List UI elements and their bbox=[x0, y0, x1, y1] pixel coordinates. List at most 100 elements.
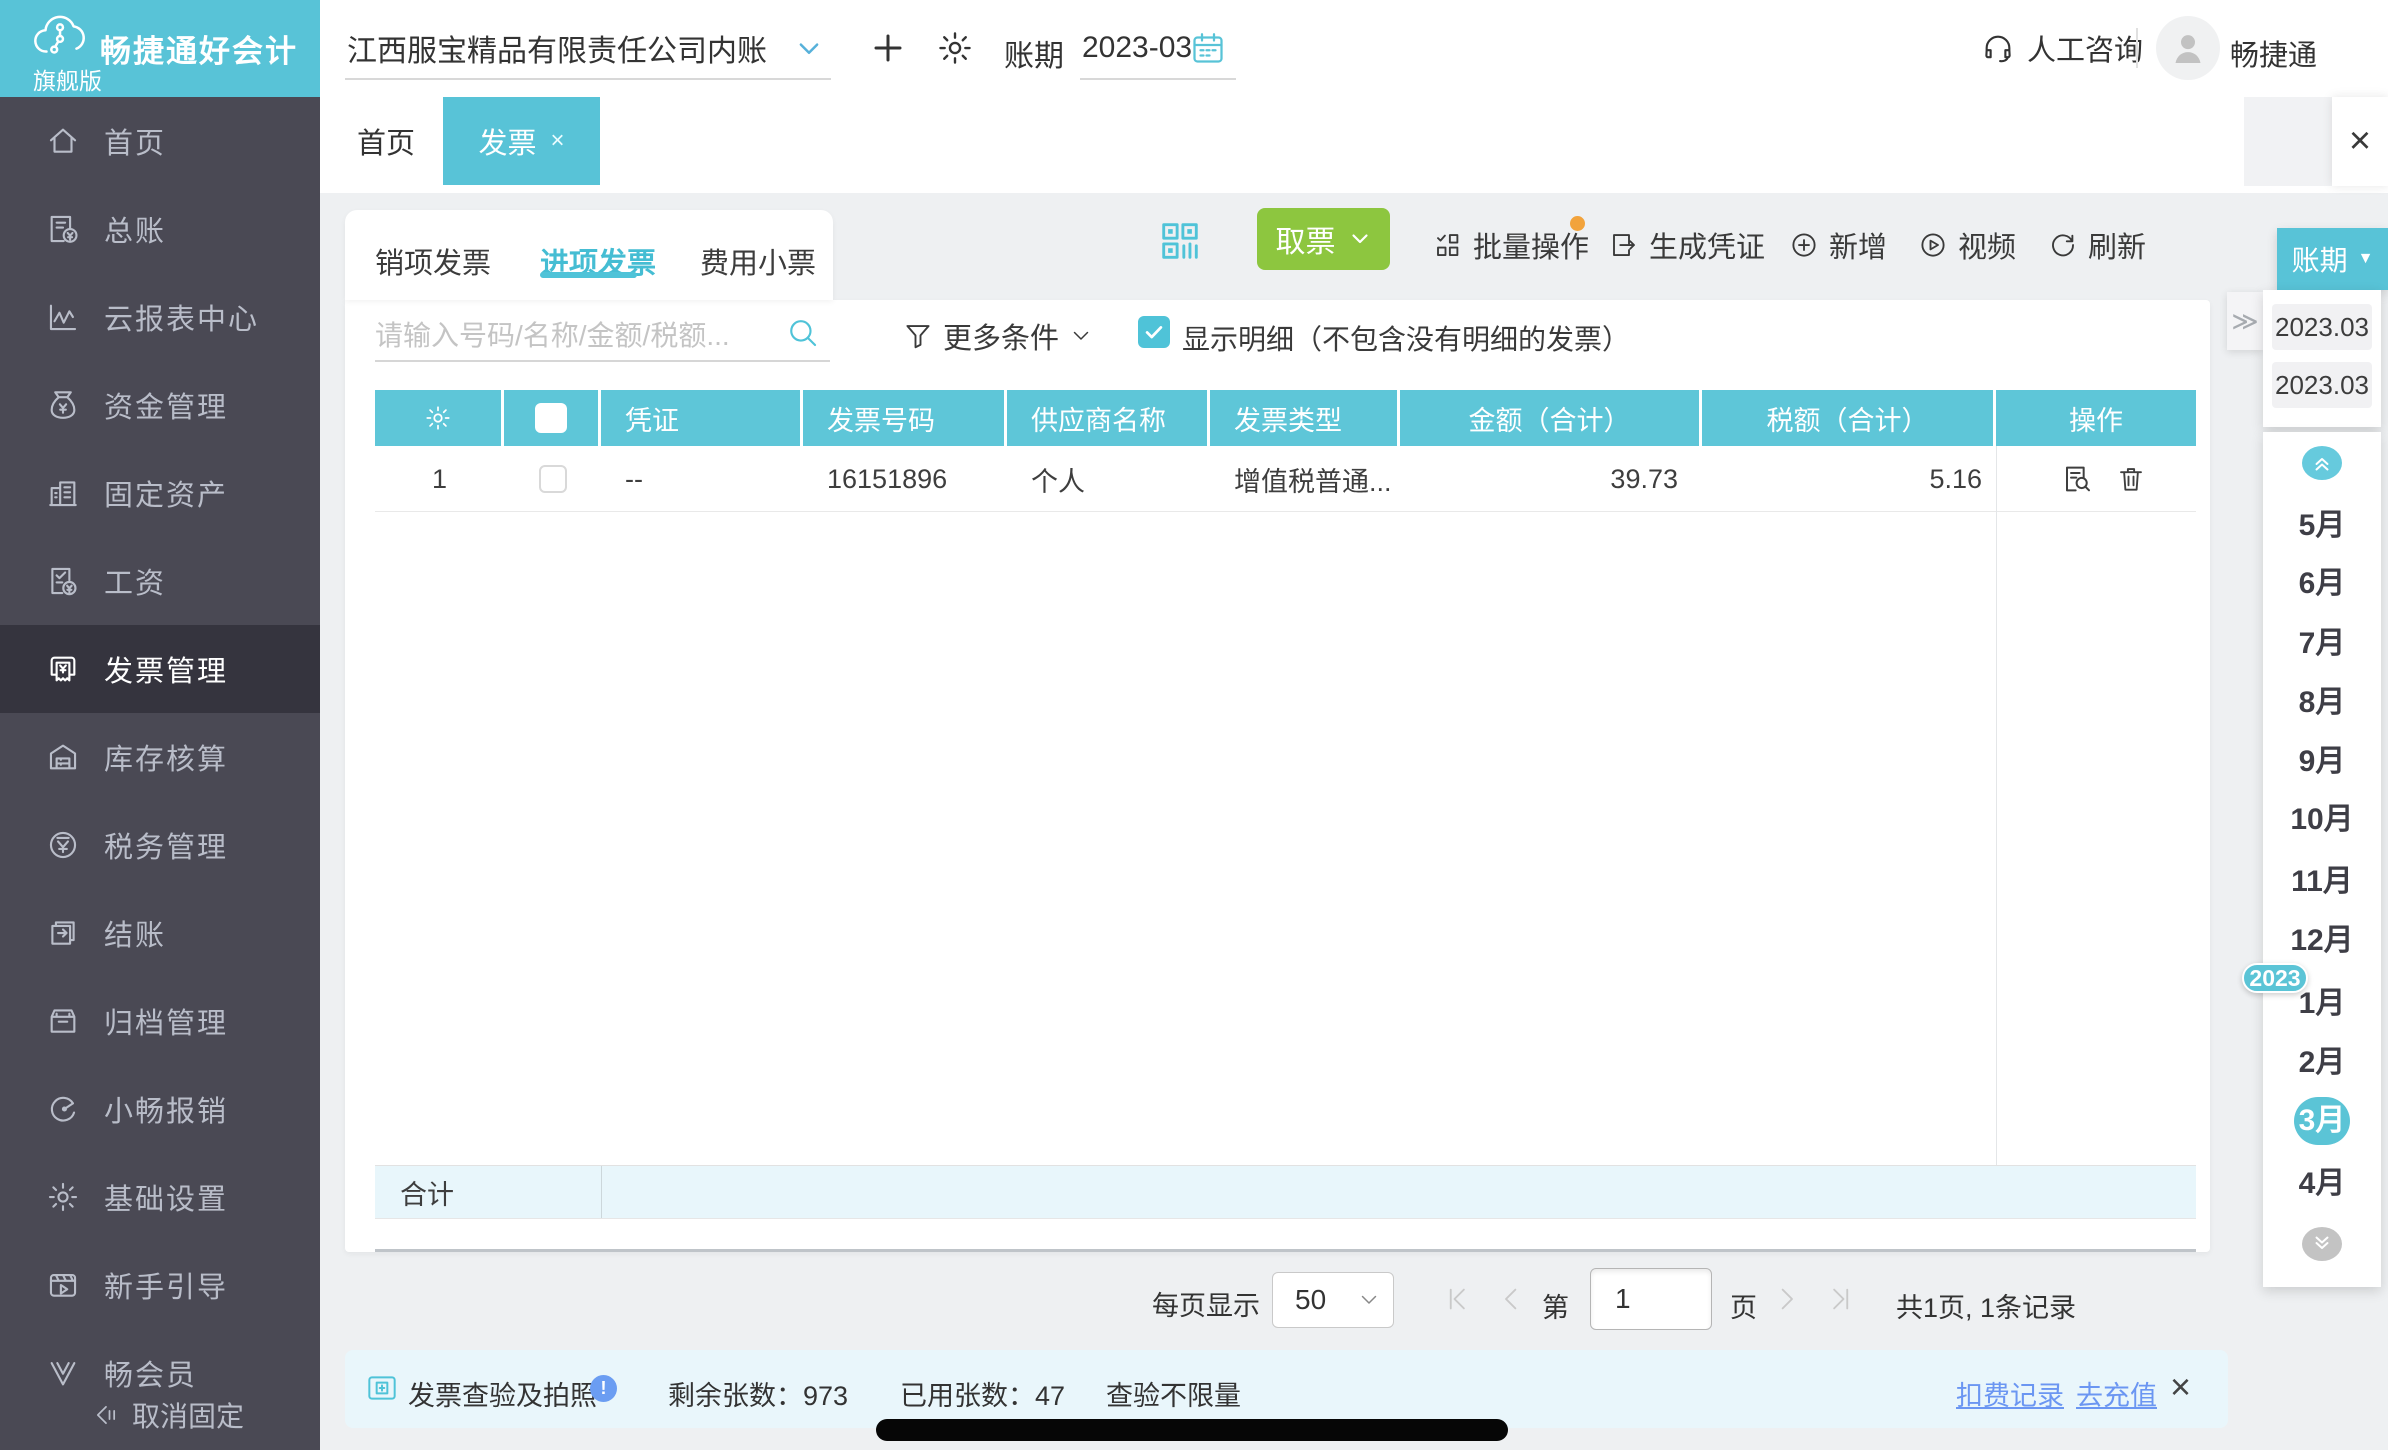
scroll-months-down-button[interactable] bbox=[2302, 1227, 2342, 1261]
search-icon[interactable] bbox=[786, 316, 820, 350]
close-tabs-button[interactable]: × bbox=[2332, 97, 2388, 186]
tab-home[interactable]: 首页 bbox=[332, 97, 440, 185]
topbar-divider bbox=[2136, 28, 2138, 68]
sidebar-item-invoice-management[interactable]: 发票管理 bbox=[0, 625, 320, 713]
month-item-7[interactable]: 7月 bbox=[2263, 628, 2381, 660]
gear-icon[interactable] bbox=[936, 29, 974, 67]
avatar[interactable] bbox=[2156, 16, 2220, 80]
scroll-months-up-button[interactable] bbox=[2302, 446, 2342, 480]
first-page-button[interactable] bbox=[1442, 1284, 1472, 1314]
header-select-all-cell[interactable] bbox=[504, 390, 598, 446]
recharge-link[interactable]: 去充值 bbox=[2076, 1374, 2157, 1413]
generate-voucher-label: 生成凭证 bbox=[1649, 232, 1766, 264]
fee-records-link[interactable]: 扣费记录 bbox=[1956, 1374, 2064, 1413]
chevron-down-icon[interactable] bbox=[794, 34, 824, 64]
sidebar-item-settings[interactable]: 基础设置 bbox=[0, 1153, 320, 1241]
sidebar-item-cloud-reports[interactable]: 云报表中心 bbox=[0, 273, 320, 361]
month-item-10[interactable]: 10月 bbox=[2263, 804, 2381, 836]
more-filters-button[interactable]: 更多条件 bbox=[903, 314, 1093, 358]
sidebar-label: 基础设置 bbox=[104, 1184, 229, 1216]
scroll-strip[interactable] bbox=[375, 1218, 2196, 1249]
header-settings-cell[interactable] bbox=[375, 390, 501, 446]
header-invoice-no[interactable]: 发票号码 bbox=[803, 390, 1004, 446]
qr-scan-icon[interactable] bbox=[1157, 218, 1203, 264]
next-page-button[interactable] bbox=[1772, 1284, 1802, 1314]
page-number-input[interactable] bbox=[1590, 1268, 1712, 1330]
header-supplier[interactable]: 供应商名称 bbox=[1007, 390, 1207, 446]
sidebar-item-expense[interactable]: 小畅报销 bbox=[0, 1065, 320, 1153]
generate-voucher-button[interactable]: 生成凭证 bbox=[1609, 224, 1765, 266]
delete-icon[interactable] bbox=[2116, 464, 2146, 494]
sidebar-item-guide[interactable]: 新手引导 bbox=[0, 1241, 320, 1329]
company-selector[interactable]: 江西服宝精品有限责任公司内账 bbox=[347, 20, 767, 76]
username[interactable]: 畅捷通 bbox=[2230, 32, 2317, 74]
subtab-sales-invoice[interactable]: 销项发票 bbox=[375, 240, 491, 282]
status-title: 发票查验及拍照 bbox=[408, 1381, 597, 1411]
sidebar-item-archive[interactable]: 归档管理 bbox=[0, 977, 320, 1065]
sidebar-item-general-ledger[interactable]: 总账 bbox=[0, 185, 320, 273]
add-new-label: 新增 bbox=[1829, 232, 1888, 264]
collapse-panel-button[interactable]: ≫ bbox=[2227, 292, 2263, 350]
home-indicator[interactable] bbox=[876, 1419, 1508, 1441]
search-input[interactable] bbox=[375, 312, 830, 362]
expense-logo-icon bbox=[46, 1092, 80, 1126]
video-help-button[interactable]: 视频 bbox=[1918, 224, 2016, 266]
month-item-5[interactable]: 5月 bbox=[2263, 510, 2381, 542]
month-item-12[interactable]: 12月 bbox=[2263, 925, 2381, 957]
sidebar-item-inventory[interactable]: 库存核算 bbox=[0, 713, 320, 801]
info-icon[interactable]: ! bbox=[590, 1375, 617, 1402]
add-new-button[interactable]: 新增 bbox=[1789, 224, 1887, 266]
header-invoice-type[interactable]: 发票类型 bbox=[1210, 390, 1397, 446]
consult-button[interactable]: 人工咨询 bbox=[1981, 24, 2143, 72]
month-item-3-selected[interactable]: 3月 bbox=[2294, 1097, 2350, 1145]
row-checkbox[interactable] bbox=[538, 465, 567, 493]
sidebar-item-home[interactable]: 首页 bbox=[0, 97, 320, 185]
double-chevron-up-icon bbox=[2310, 451, 2334, 475]
unpin-sidebar-button[interactable]: 取消固定 bbox=[0, 1392, 320, 1438]
sidebar-label: 小畅报销 bbox=[104, 1096, 229, 1128]
header-voucher[interactable]: 凭证 bbox=[601, 390, 800, 446]
period-panel-button[interactable]: 账期 ▼ bbox=[2277, 228, 2388, 290]
warehouse-icon bbox=[46, 740, 80, 774]
previous-page-button[interactable] bbox=[1496, 1284, 1526, 1314]
brand-edition: 旗舰版 bbox=[33, 68, 102, 94]
horizontal-scrollbar[interactable] bbox=[375, 1249, 2196, 1252]
period-value[interactable]: 2023-03 bbox=[1082, 31, 1192, 65]
batch-operations-button[interactable]: 批量操作 bbox=[1433, 224, 1589, 266]
header-amount[interactable]: 金额（合计） bbox=[1400, 390, 1699, 446]
last-page-button[interactable] bbox=[1826, 1284, 1856, 1314]
sidebar-item-tax[interactable]: 税务管理 bbox=[0, 801, 320, 889]
fetch-ticket-button[interactable]: 取票 bbox=[1257, 208, 1390, 270]
show-detail-checkbox[interactable] bbox=[1138, 316, 1170, 348]
tab-invoice[interactable]: 发票 × bbox=[443, 97, 600, 185]
period-start-input[interactable]: 2023.03 bbox=[2272, 304, 2372, 350]
sidebar-item-funds[interactable]: 资金管理 bbox=[0, 361, 320, 449]
header-amount-label: 金额（合计） bbox=[1468, 405, 1631, 436]
add-account-icon[interactable] bbox=[870, 30, 906, 66]
header-invoice-no-label: 发票号码 bbox=[827, 405, 935, 436]
period-end-input[interactable]: 2023.03 bbox=[2272, 362, 2372, 408]
status-close-icon[interactable]: × bbox=[2170, 1366, 2191, 1408]
header-tax[interactable]: 税额（合计） bbox=[1702, 390, 1993, 446]
month-item-9[interactable]: 9月 bbox=[2263, 746, 2381, 778]
period-panel-label: 账期 bbox=[2291, 245, 2348, 276]
refresh-button[interactable]: 刷新 bbox=[2048, 224, 2146, 266]
sidebar-item-fixed-assets[interactable]: 固定资产 bbox=[0, 449, 320, 537]
sidebar-item-closing[interactable]: 结账 bbox=[0, 889, 320, 977]
notification-dot bbox=[1570, 216, 1585, 231]
sidebar-item-payroll[interactable]: 工资 bbox=[0, 537, 320, 625]
month-item-2[interactable]: 2月 bbox=[2263, 1047, 2381, 1079]
month-item-6[interactable]: 6月 bbox=[2263, 568, 2381, 600]
sidebar-label: 云报表中心 bbox=[104, 304, 260, 336]
view-detail-icon[interactable] bbox=[2061, 463, 2093, 495]
header-operations[interactable]: 操作 bbox=[1996, 390, 2196, 446]
per-page-select[interactable]: 50 bbox=[1272, 1272, 1394, 1328]
table-row[interactable]: 1 -- 16151896 个人 增值税普通... 39.73 5.16 bbox=[375, 446, 2196, 512]
month-item-11[interactable]: 11月 bbox=[2263, 866, 2381, 898]
subtab-expense-receipt[interactable]: 费用小票 bbox=[700, 240, 816, 282]
calendar-icon[interactable] bbox=[1190, 30, 1226, 66]
select-all-checkbox[interactable] bbox=[535, 403, 567, 433]
tab-close-icon[interactable]: × bbox=[551, 127, 565, 155]
month-item-8[interactable]: 8月 bbox=[2263, 687, 2381, 719]
month-item-4[interactable]: 4月 bbox=[2263, 1168, 2381, 1200]
